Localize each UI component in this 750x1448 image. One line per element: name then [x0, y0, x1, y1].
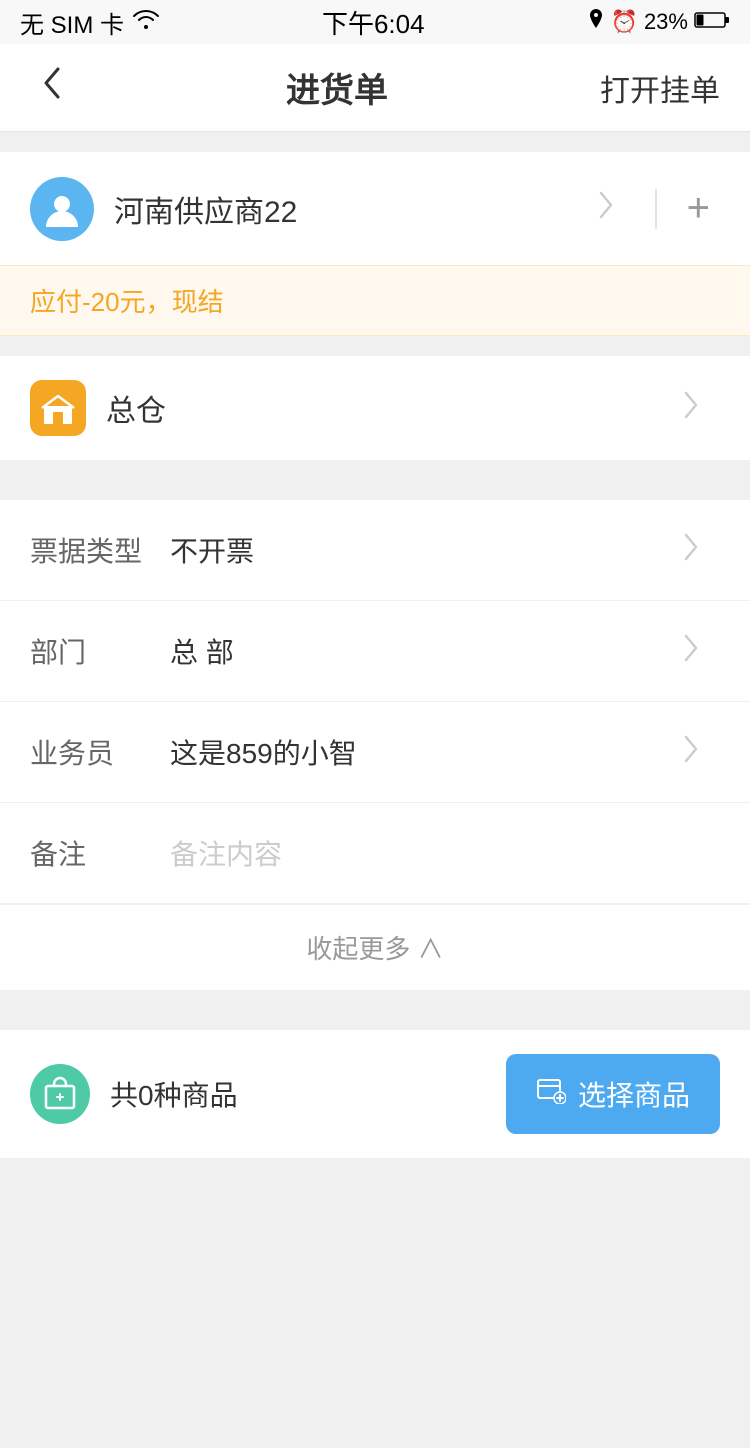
background-fill [0, 1158, 750, 1448]
warehouse-card: 总仓 [0, 356, 750, 460]
remark-input[interactable]: 备注内容 [170, 833, 720, 873]
supplier-avatar [30, 177, 94, 241]
department-value: 总 部 [170, 631, 680, 671]
warehouse-row[interactable]: 总仓 [0, 356, 750, 460]
battery-icon [694, 9, 730, 35]
department-chevron-icon [680, 632, 700, 671]
battery-percent: 23% [644, 9, 688, 35]
supplier-name: 河南供应商22 [114, 187, 595, 231]
nav-bar: 进货单 打开挂单 [0, 44, 750, 132]
back-button[interactable] [30, 53, 74, 122]
location-icon [587, 8, 605, 36]
add-supplier-button[interactable]: + [677, 176, 720, 241]
status-time: 下午6:04 [322, 4, 425, 41]
product-icon [30, 1064, 90, 1124]
bottom-section: 共0种商品 选择商品 [0, 1030, 750, 1158]
invoice-type-chevron-icon [680, 531, 700, 570]
supplier-divider [655, 189, 657, 229]
collapse-button[interactable]: 收起更多 ∧ [0, 904, 750, 990]
select-product-label: 选择商品 [578, 1074, 690, 1114]
remark-label: 备注 [30, 833, 150, 873]
product-count: 共0种商品 [110, 1074, 486, 1114]
supplier-row[interactable]: 河南供应商22 + [0, 152, 750, 265]
status-bar: 无 SIM 卡 下午6:04 ⏰ 23% [0, 0, 750, 44]
invoice-type-label: 票据类型 [30, 530, 150, 570]
department-row[interactable]: 部门 总 部 [0, 601, 750, 702]
warehouse-name: 总仓 [106, 386, 680, 430]
no-sim-text: 无 SIM 卡 [20, 5, 124, 40]
status-right: ⏰ 23% [587, 8, 730, 36]
form-section: 票据类型 不开票 部门 总 部 业务员 这是859的小智 备注 备注内容 [0, 500, 750, 990]
salesperson-chevron-icon [680, 733, 700, 772]
alarm-icon: ⏰ [611, 9, 638, 35]
warehouse-icon [30, 380, 86, 436]
warehouse-chevron-icon [680, 389, 700, 428]
status-left: 无 SIM 卡 [20, 5, 160, 40]
invoice-type-row[interactable]: 票据类型 不开票 [0, 500, 750, 601]
collapse-label: 收起更多 ∧ [306, 929, 443, 966]
wifi-icon [132, 8, 160, 36]
section-divider-4 [0, 990, 750, 1010]
section-divider-1 [0, 132, 750, 152]
notice-banner: 应付-20元，现结 [0, 265, 750, 336]
remark-row[interactable]: 备注 备注内容 [0, 803, 750, 904]
salesperson-value: 这是859的小智 [170, 732, 680, 772]
section-divider-3 [0, 460, 750, 480]
section-divider-2 [0, 336, 750, 356]
page-title: 进货单 [286, 63, 388, 112]
supplier-chevron-icon [595, 189, 615, 228]
open-pending-button[interactable]: 打开挂单 [600, 66, 720, 110]
select-product-button[interactable]: 选择商品 [506, 1054, 720, 1134]
salesperson-label: 业务员 [30, 732, 150, 772]
salesperson-row[interactable]: 业务员 这是859的小智 [0, 702, 750, 803]
select-product-icon [536, 1078, 566, 1111]
invoice-type-value: 不开票 [170, 530, 680, 570]
supplier-card: 河南供应商22 + 应付-20元，现结 [0, 152, 750, 336]
department-label: 部门 [30, 631, 150, 671]
